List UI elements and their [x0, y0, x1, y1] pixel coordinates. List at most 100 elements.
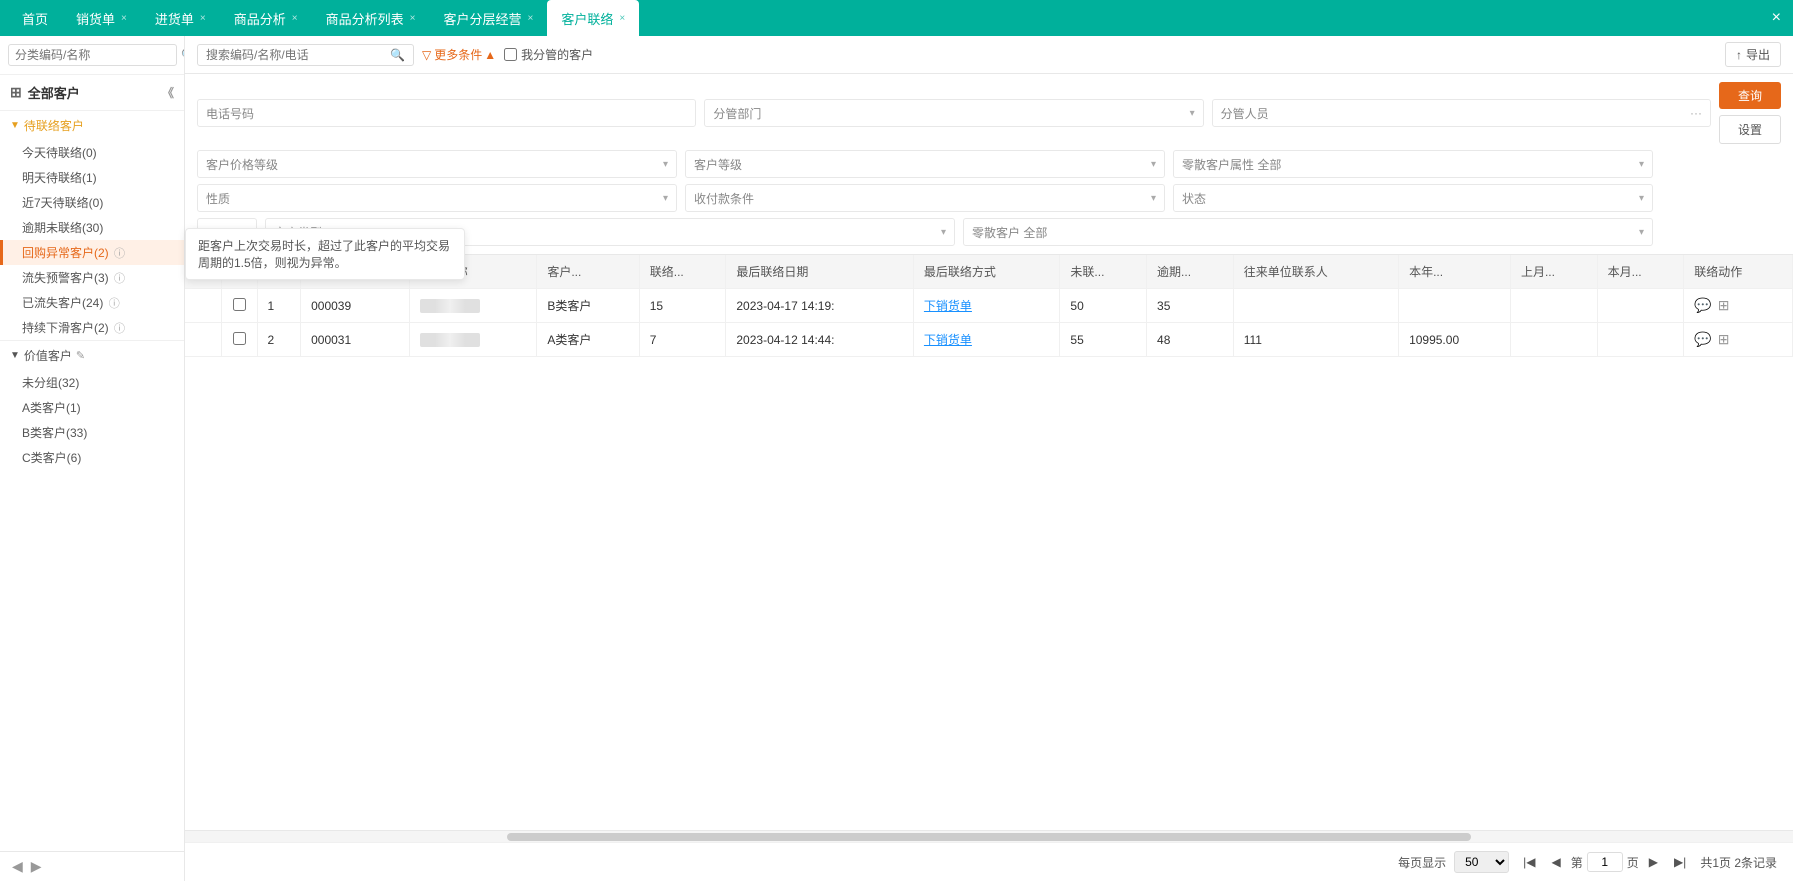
query-button[interactable]: 查询	[1719, 82, 1781, 109]
col-contact-header: 联络...	[639, 255, 726, 289]
per-page-select[interactable]: 50 20 100	[1454, 851, 1509, 873]
sidebar-item-overdue[interactable]: 逾期未联络(30)	[0, 215, 184, 240]
more-conditions-btn[interactable]: ▽ 更多条件 ▲	[422, 46, 496, 63]
row2-not-contact: 55	[1060, 323, 1147, 357]
row2-contact-person: 111	[1233, 323, 1398, 357]
sidebar-prev-btn[interactable]: ◀	[8, 856, 27, 877]
retail-chevron-icon: ▾	[1639, 227, 1644, 238]
prev-page-btn[interactable]: ◀	[1545, 853, 1566, 871]
first-page-btn[interactable]: |◀	[1517, 853, 1541, 871]
nav-tab-customer-contact[interactable]: 客户联络 ×	[547, 0, 639, 36]
last-page-btn[interactable]: ▶|	[1668, 853, 1692, 871]
pagination: |◀ ◀ 第 页 ▶ ▶|	[1517, 852, 1692, 872]
row2-chat-icon[interactable]: 💬	[1694, 331, 1711, 348]
row1-check[interactable]	[221, 289, 257, 323]
nav-tab-analysis[interactable]: 商品分析 ×	[220, 0, 312, 36]
row1-chat-icon[interactable]: 💬	[1694, 297, 1711, 314]
row2-last-contact-way[interactable]: 下销货单	[913, 323, 1059, 357]
row1-code: 000039	[301, 289, 410, 323]
filter-customer-level[interactable]: 客户等级 ▾	[685, 150, 1165, 178]
sidebar-item-churned[interactable]: 已流失客户(24) ⓘ	[0, 290, 184, 315]
row1-more-icon[interactable]: ⊞	[1718, 297, 1730, 314]
row2-check[interactable]	[221, 323, 257, 357]
next-page-btn[interactable]: ▶	[1643, 853, 1664, 871]
horizontal-scrollbar[interactable]	[185, 830, 1793, 842]
sidebar-item-repurchase-abnormal[interactable]: 回购异常客户(2) ⓘ	[0, 240, 184, 265]
row2-more-icon[interactable]: ⊞	[1718, 331, 1730, 348]
info-icon3: ⓘ	[109, 298, 120, 310]
window-close-button[interactable]: ×	[1772, 9, 1781, 27]
nav-tab-home[interactable]: 首页	[8, 0, 62, 36]
sidebar-search-area: 🔍	[0, 36, 184, 75]
row2-settings	[185, 323, 221, 357]
close-analysis-list-tab[interactable]: ×	[410, 13, 416, 24]
table-footer: 每页显示 50 20 100 |◀ ◀ 第 页 ▶ ▶| 共1页 2条记录	[185, 842, 1793, 881]
filter-phone[interactable]: 电话号码	[197, 99, 696, 127]
chevron-up-icon: ▲	[484, 48, 496, 62]
row1-last-contact-date: 2023-04-17 14:19:	[726, 289, 914, 323]
sidebar-item-declining[interactable]: 持续下滑客户(2) ⓘ	[0, 315, 184, 340]
row2-last-month	[1510, 323, 1597, 357]
filter-nature[interactable]: 性质 ▾	[197, 184, 677, 212]
sidebar-item-ungrouped[interactable]: 未分组(32)	[0, 370, 184, 395]
payment-chevron-icon: ▾	[1151, 193, 1156, 204]
row2-num: 2	[257, 323, 301, 357]
row1-last-contact-way[interactable]: 下销货单	[913, 289, 1059, 323]
close-customer-tier-tab[interactable]: ×	[527, 13, 533, 24]
page-input[interactable]	[1587, 852, 1623, 872]
filter-manager[interactable]: 分管人员 ···	[1212, 99, 1711, 127]
nav-tab-analysis-list[interactable]: 商品分析列表 ×	[312, 0, 430, 36]
row2-this-month	[1597, 323, 1684, 357]
nav-tab-sales[interactable]: 销货单 ×	[62, 0, 141, 36]
search-input[interactable]	[206, 48, 386, 62]
close-purchase-tab[interactable]: ×	[200, 13, 206, 24]
sidebar-collapse-btn[interactable]: 《	[162, 84, 174, 101]
sidebar-item-churn-warning[interactable]: 流失预警客户(3) ⓘ	[0, 265, 184, 290]
nav-tab-customer-tier[interactable]: 客户分层经营 ×	[429, 0, 547, 36]
filter-status[interactable]: 状态 ▾	[1173, 184, 1653, 212]
nav-tab-purchase[interactable]: 进货单 ×	[141, 0, 220, 36]
sidebar-all-customers[interactable]: ⊞ 全部客户 《	[0, 75, 184, 111]
table-row: 2 000031 A类客户 7 2023-04-12 14:44: 下销货单 5…	[185, 323, 1793, 357]
sidebar-item-a-class[interactable]: A类客户(1)	[0, 395, 184, 420]
filter-department[interactable]: 分管部门 ▾	[704, 99, 1203, 127]
ctype-chevron-icon: ▾	[941, 227, 946, 238]
my-customers-checkbox-label[interactable]: 我分管的客户	[504, 46, 593, 63]
filter-retail-customer[interactable]: 零散客户 全部 ▾	[963, 218, 1653, 246]
toolbar: 🔍 ▽ 更多条件 ▲ 我分管的客户 ↑ 导出	[185, 36, 1793, 74]
filter-retail-attr[interactable]: 零散客户属性 全部 ▾	[1173, 150, 1653, 178]
row1-action: 💬 ⊞	[1684, 289, 1793, 323]
row2-name	[409, 323, 537, 357]
content-area: 🔍 ▽ 更多条件 ▲ 我分管的客户 ↑ 导出 电话号码	[185, 36, 1793, 881]
search-wrap: 🔍	[197, 44, 414, 66]
close-customer-contact-tab[interactable]: ×	[619, 13, 625, 24]
row1-checkbox[interactable]	[233, 298, 246, 311]
action-buttons: 查询 设置	[1719, 82, 1781, 144]
scroll-thumb[interactable]	[507, 833, 1472, 841]
toolbar-search-icon[interactable]: 🔍	[390, 48, 405, 62]
row2-checkbox[interactable]	[233, 332, 246, 345]
sidebar-item-b-class[interactable]: B类客户(33)	[0, 420, 184, 445]
sidebar-item-7days[interactable]: 近7天待联络(0)	[0, 190, 184, 215]
my-customers-checkbox[interactable]	[504, 48, 517, 61]
filter-price-level[interactable]: 客户价格等级 ▾	[197, 150, 677, 178]
col-contact-person-header: 往来单位联系人	[1233, 255, 1398, 289]
sidebar-item-c-class[interactable]: C类客户(6)	[0, 445, 184, 470]
filter-payment[interactable]: 收付款条件 ▾	[685, 184, 1165, 212]
export-button[interactable]: ↑ 导出	[1725, 42, 1781, 67]
edit-icon[interactable]: ✎	[76, 349, 85, 362]
col-action-header: 联络动作	[1684, 255, 1793, 289]
status-chevron-icon: ▾	[1639, 193, 1644, 204]
sidebar-item-tomorrow[interactable]: 明天待联络(1)	[0, 165, 184, 190]
sidebar-item-today[interactable]: 今天待联络(0)	[0, 140, 184, 165]
close-analysis-tab[interactable]: ×	[292, 13, 298, 24]
info-icon: ⓘ	[114, 248, 125, 260]
row1-this-year	[1399, 289, 1511, 323]
sidebar-value-section[interactable]: ▼ 价值客户 ✎	[0, 340, 184, 370]
sidebar-section-pending[interactable]: ▼ 待联络客户	[0, 111, 184, 140]
settings-button[interactable]: 设置	[1719, 115, 1781, 144]
sidebar-search-input[interactable]	[8, 44, 177, 66]
sidebar-next-btn[interactable]: ▶	[27, 856, 46, 877]
close-sales-tab[interactable]: ×	[121, 13, 127, 24]
row1-last-month	[1510, 289, 1597, 323]
